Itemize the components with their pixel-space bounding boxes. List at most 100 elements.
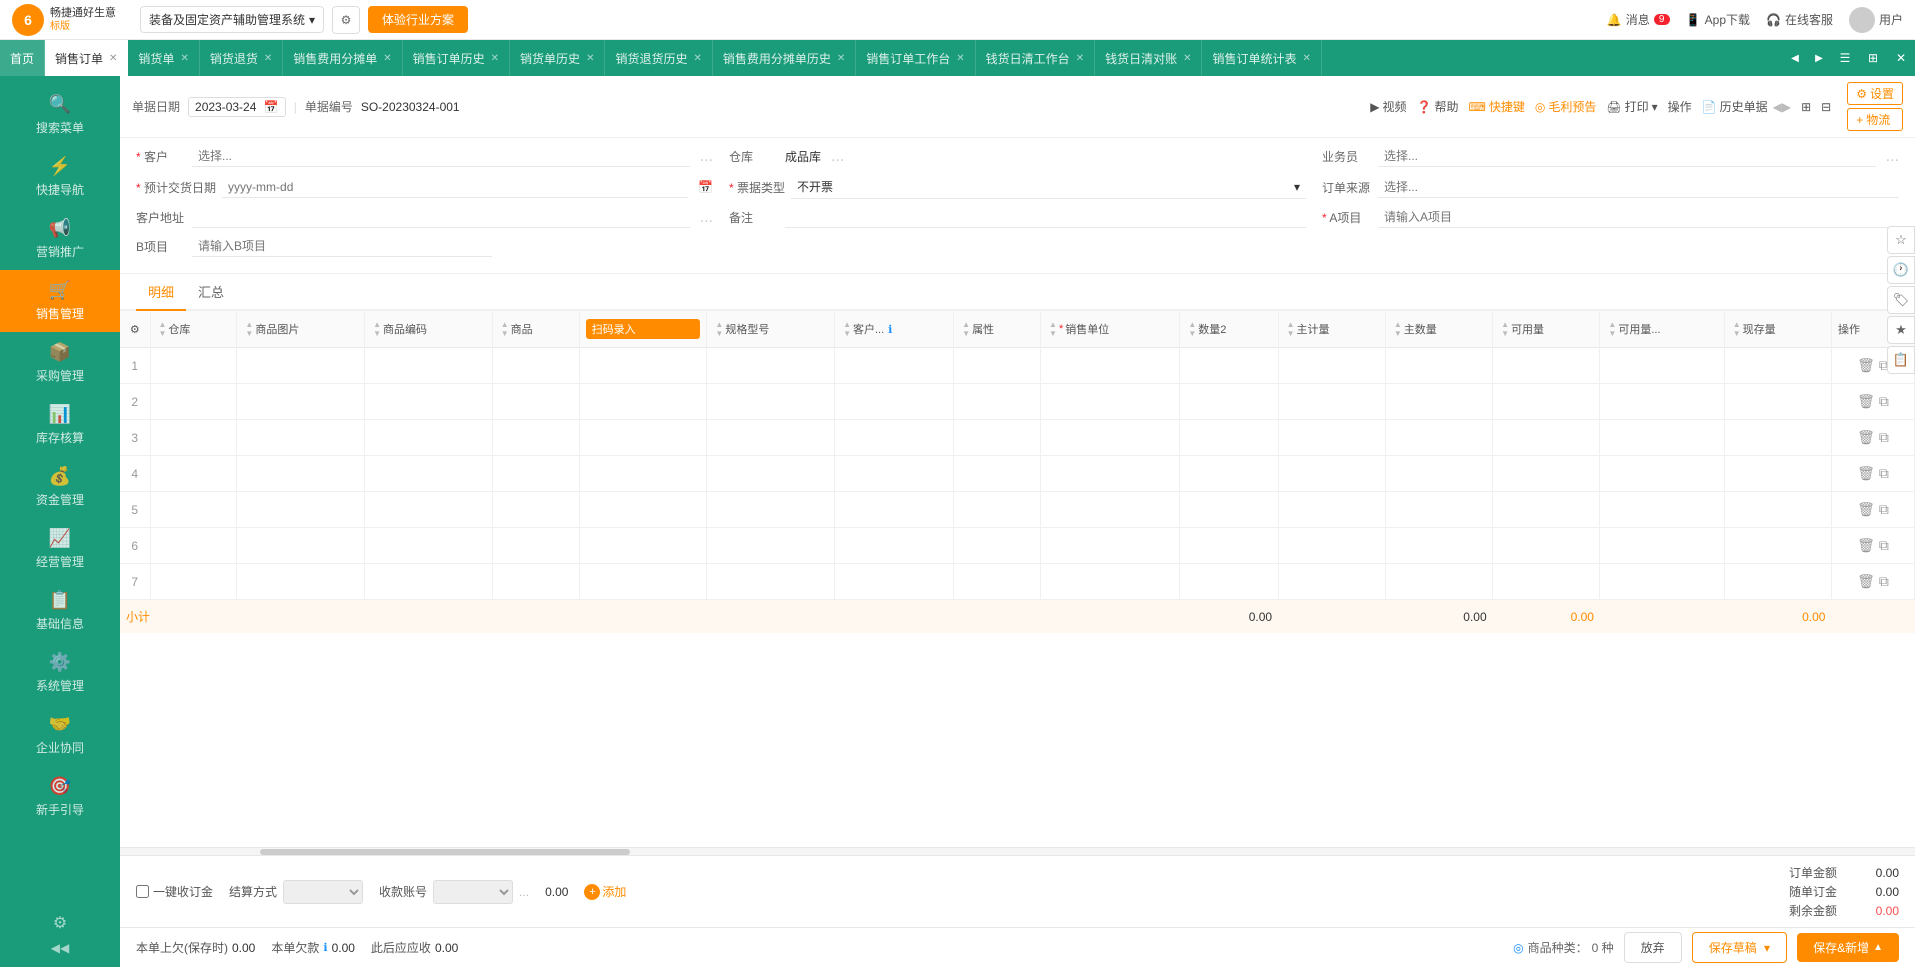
remark-input[interactable] <box>785 207 1306 228</box>
tab-close-icon[interactable]: ✕ <box>109 53 117 64</box>
cell-qty2-2[interactable] <box>1180 384 1278 420</box>
cell-attributes-5[interactable] <box>954 492 1041 528</box>
cell-main-unit-1[interactable] <box>1278 348 1385 384</box>
cell-customer-code-6[interactable] <box>835 528 954 564</box>
tab-sales-fee-history[interactable]: 销售费用分摊单历史 ✕ <box>713 40 856 76</box>
copy-row-icon[interactable]: ⧉ <box>1879 573 1889 590</box>
auto-settle-checkbox[interactable]: 一键收订金 <box>136 883 213 900</box>
cell-customer-code-7[interactable] <box>835 564 954 600</box>
cell-warehouse-7[interactable] <box>150 564 237 600</box>
tab-sales-return-goods[interactable]: 销货退货 ✕ <box>200 40 283 76</box>
more-icon[interactable]: ... <box>519 885 529 899</box>
right-icon-3[interactable]: 🏷 <box>1887 286 1915 314</box>
cell-current-qty-6[interactable] <box>1724 528 1831 564</box>
cell-product-4[interactable] <box>492 456 579 492</box>
cell-available-qty2-6[interactable] <box>1600 528 1724 564</box>
tab-sales-order-work[interactable]: 销售订单工作台 ✕ <box>856 40 975 76</box>
right-icon-4[interactable]: ★ <box>1887 316 1915 344</box>
cell-warehouse-3[interactable] <box>150 420 237 456</box>
customer-input[interactable] <box>192 146 690 167</box>
cell-current-qty-7[interactable] <box>1724 564 1831 600</box>
settle-method-select[interactable] <box>283 880 363 904</box>
cell-product-code-1[interactable] <box>365 348 493 384</box>
cell-customer-code-3[interactable] <box>835 420 954 456</box>
address-input[interactable] <box>192 207 690 228</box>
cell-main-qty-4[interactable] <box>1385 456 1492 492</box>
cell-warehouse-2[interactable] <box>150 384 237 420</box>
th-settings[interactable]: ⚙ <box>120 311 150 348</box>
cell-main-unit-4[interactable] <box>1278 456 1385 492</box>
tab-close-icon[interactable]: ✕ <box>491 53 499 64</box>
save-new-button[interactable]: 保存&新增 ▲ <box>1797 933 1899 962</box>
plan-button[interactable]: 体验行业方案 <box>368 6 468 33</box>
tab-sales-return[interactable]: 销货单 ✕ <box>128 40 199 76</box>
cell-warehouse-1[interactable] <box>150 348 237 384</box>
cell-product-1[interactable] <box>492 348 579 384</box>
invoice-type-select[interactable]: 不开票 ▾ <box>791 175 1306 199</box>
cell-available-qty-5[interactable] <box>1493 492 1600 528</box>
tab-close-icon[interactable]: ✕ <box>1076 53 1084 64</box>
copy-row-icon[interactable]: ⧉ <box>1879 537 1889 554</box>
cell-sales-unit-3[interactable] <box>1041 420 1180 456</box>
copy-row-icon[interactable]: ⧉ <box>1879 429 1889 446</box>
print-btn[interactable]: 🖨 打印 ▾ <box>1606 98 1657 115</box>
cell-sales-unit-6[interactable] <box>1041 528 1180 564</box>
cell-sales-unit-1[interactable] <box>1041 348 1180 384</box>
online-service-btn[interactable]: 🎧 在线客服 <box>1766 11 1833 28</box>
a-project-input[interactable] <box>1378 207 1899 228</box>
cell-attributes-4[interactable] <box>954 456 1041 492</box>
warehouse-value[interactable]: 成品库 <box>785 148 821 165</box>
cell-spec-3[interactable] <box>707 420 835 456</box>
delete-row-icon[interactable]: 🗑 <box>1857 573 1875 590</box>
cell-available-qty-2[interactable] <box>1493 384 1600 420</box>
cell-customer-code-5[interactable] <box>835 492 954 528</box>
tab-sales-goods-history[interactable]: 销货单历史 ✕ <box>510 40 605 76</box>
delete-row-icon[interactable]: 🗑 <box>1857 429 1875 446</box>
cell-qty2-3[interactable] <box>1180 420 1278 456</box>
app-download-btn[interactable]: 📱 App下载 <box>1686 11 1750 28</box>
delete-row-icon[interactable]: 🗑 <box>1857 357 1875 374</box>
calendar-icon[interactable]: 📅 <box>698 180 713 194</box>
sidebar-item-enterprise[interactable]: 🤝 企业协同 <box>0 704 120 766</box>
sidebar-item-purchase[interactable]: 📦 采购管理 <box>0 332 120 394</box>
sidebar-item-basic-info[interactable]: 📋 基础信息 <box>0 580 120 642</box>
tab-close-icon[interactable]: ✕ <box>586 53 594 64</box>
cell-customer-code-4[interactable] <box>835 456 954 492</box>
cell-main-qty-7[interactable] <box>1385 564 1492 600</box>
tab-close-icon[interactable]: ✕ <box>264 53 272 64</box>
right-icon-5[interactable]: 📋 <box>1887 346 1915 374</box>
tab-detail[interactable]: 明细 <box>136 274 186 311</box>
cell-attributes-7[interactable] <box>954 564 1041 600</box>
cell-spec-4[interactable] <box>707 456 835 492</box>
cell-available-qty-7[interactable] <box>1493 564 1600 600</box>
system-selector[interactable]: 装备及固定资产辅助管理系统 ▾ <box>140 6 324 33</box>
warehouse-more-icon[interactable]: ... <box>831 148 844 166</box>
cell-warehouse-6[interactable] <box>150 528 237 564</box>
cell-product-3[interactable] <box>492 420 579 456</box>
cell-product-code-2[interactable] <box>365 384 493 420</box>
user-menu[interactable]: 用户 <box>1849 7 1903 33</box>
tab-sales-fee-split[interactable]: 销售费用分摊单 ✕ <box>283 40 402 76</box>
cell-available-qty-1[interactable] <box>1493 348 1600 384</box>
delete-row-icon[interactable]: 🗑 <box>1857 537 1875 554</box>
cell-main-qty-3[interactable] <box>1385 420 1492 456</box>
cell-sales-unit-2[interactable] <box>1041 384 1180 420</box>
profit-btn[interactable]: ◎ 毛利预告 <box>1535 98 1597 115</box>
cell-product-code-6[interactable] <box>365 528 493 564</box>
cell-spec-5[interactable] <box>707 492 835 528</box>
cell-main-qty-1[interactable] <box>1385 348 1492 384</box>
auto-settle-input[interactable] <box>136 885 149 898</box>
tab-layout-btn[interactable]: ☰ <box>1831 44 1859 72</box>
tab-sales-order-history[interactable]: 销售订单历史 ✕ <box>403 40 510 76</box>
expand-btn[interactable]: ⊟ <box>1821 100 1831 114</box>
add-btn[interactable]: + 添加 <box>584 883 626 900</box>
scan-btn[interactable]: 扫码录入 <box>586 319 701 339</box>
sidebar-item-search[interactable]: 🔍 搜索菜单 <box>0 84 120 146</box>
address-more-icon[interactable]: ... <box>700 209 713 227</box>
history-btn[interactable]: 📄 历史单据 ◀▶ <box>1702 98 1791 115</box>
cell-warehouse-5[interactable] <box>150 492 237 528</box>
cell-available-qty2-7[interactable] <box>1600 564 1724 600</box>
cell-spec-2[interactable] <box>707 384 835 420</box>
tab-grid-btn[interactable]: ⊞ <box>1859 44 1887 72</box>
cell-sales-unit-7[interactable] <box>1041 564 1180 600</box>
